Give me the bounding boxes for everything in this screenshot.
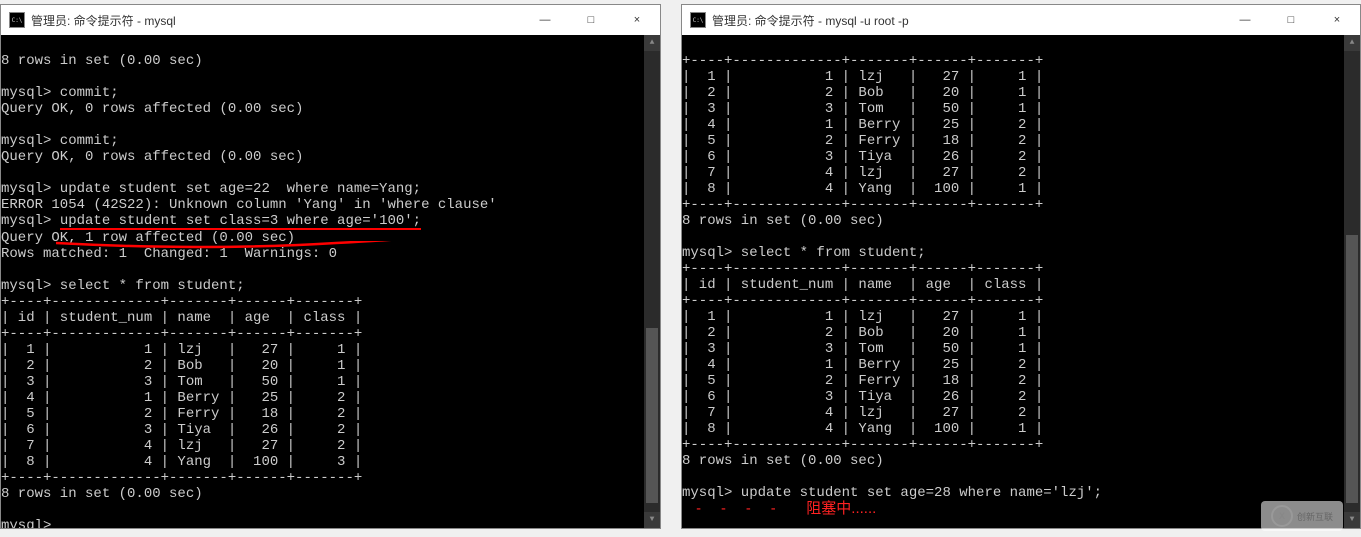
table-row: | 5 | 2 | Ferry | 18 | 2 | (682, 133, 1043, 149)
table-sep: +----+-------------+-------+------+-----… (682, 293, 1043, 309)
table-sep: +----+-------------+-------+------+-----… (682, 261, 1043, 277)
window-title-left: 管理员: 命令提示符 - mysql (31, 12, 522, 29)
cmd-window-left: 管理员: 命令提示符 - mysql — □ × 8 rows in set (… (0, 4, 661, 529)
cmd-icon (9, 12, 25, 28)
terminal-right[interactable]: +----+-------------+-------+------+-----… (682, 35, 1360, 528)
table-row: | 7 | 4 | lzj | 27 | 2 | (682, 165, 1043, 181)
table-sep: +----+-------------+-------+------+-----… (1, 470, 362, 486)
scroll-track[interactable] (644, 51, 660, 512)
table-row: | 5 | 2 | Ferry | 18 | 2 | (682, 373, 1043, 389)
output-line: mysql> select * from student; (1, 278, 245, 294)
window-controls-right: — □ × (1222, 5, 1360, 35)
scroll-track[interactable] (1344, 51, 1360, 512)
output-line: mysql> select * from student; (682, 245, 926, 261)
table-row: | 8 | 4 | Yang | 100 | 3 | (1, 454, 362, 470)
table-row: | 1 | 1 | lzj | 27 | 1 | (682, 69, 1043, 85)
table-row: | 7 | 4 | lzj | 27 | 2 | (682, 405, 1043, 421)
window-controls-left: — □ × (522, 5, 660, 35)
scroll-down-button[interactable]: ▼ (644, 512, 660, 528)
minimize-button[interactable]: — (1222, 5, 1268, 35)
watermark-text: 创新互联 (1297, 510, 1333, 523)
table-header: | id | student_num | name | age | class … (682, 277, 1043, 293)
table-row: | 4 | 1 | Berry | 25 | 2 | (1, 390, 362, 406)
output-line: ERROR 1054 (42S22): Unknown column 'Yang… (1, 197, 497, 213)
table-row: | 7 | 4 | lzj | 27 | 2 | (1, 438, 362, 454)
scrollbar-right[interactable]: ▲ ▼ (1344, 35, 1360, 528)
maximize-button[interactable]: □ (1268, 5, 1314, 35)
prompt: mysql> (1, 213, 60, 229)
watermark-logo-icon: X (1271, 505, 1293, 527)
scrollbar-left[interactable]: ▲ ▼ (644, 35, 660, 528)
close-button[interactable]: × (614, 5, 660, 35)
table-row: | 4 | 1 | Berry | 25 | 2 | (682, 117, 1043, 133)
scroll-down-button[interactable]: ▼ (1344, 512, 1360, 528)
table-row: | 3 | 3 | Tom | 50 | 1 | (1, 374, 362, 390)
output-line: mysql> commit; (1, 133, 119, 149)
table-row: | 6 | 3 | Tiya | 26 | 2 | (682, 389, 1043, 405)
scroll-thumb[interactable] (1346, 235, 1358, 502)
table-sep: +----+-------------+-------+------+-----… (682, 437, 1043, 453)
terminal-left[interactable]: 8 rows in set (0.00 sec) mysql> commit; … (1, 35, 660, 528)
window-title-right: 管理员: 命令提示符 - mysql -u root -p (712, 12, 1222, 29)
titlebar-left[interactable]: 管理员: 命令提示符 - mysql — □ × (1, 5, 660, 35)
output-line: 8 rows in set (0.00 sec) (1, 53, 203, 69)
cmd-icon (690, 12, 706, 28)
annotation-dashes: - - - - (682, 501, 806, 517)
table-row: | 3 | 3 | Tom | 50 | 1 | (682, 341, 1043, 357)
output-line: Query OK, 0 rows affected (0.00 sec) (1, 149, 303, 165)
output-line: mysql> update student set age=22 where n… (1, 181, 421, 197)
table-row: | 6 | 3 | Tiya | 26 | 2 | (1, 422, 362, 438)
close-button[interactable]: × (1314, 5, 1360, 35)
table-row: | 2 | 2 | Bob | 20 | 1 | (682, 325, 1043, 341)
maximize-button[interactable]: □ (568, 5, 614, 35)
table-row: | 2 | 2 | Bob | 20 | 1 | (1, 358, 362, 374)
table-sep: +----+-------------+-------+------+-----… (682, 53, 1043, 69)
table-sep: +----+-------------+-------+------+-----… (1, 294, 362, 310)
titlebar-right[interactable]: 管理员: 命令提示符 - mysql -u root -p — □ × (682, 5, 1360, 35)
table-row: | 1 | 1 | lzj | 27 | 1 | (682, 309, 1043, 325)
output-line: Rows matched: 1 Changed: 1 Warnings: 0 (1, 246, 337, 262)
table-sep: +----+-------------+-------+------+-----… (1, 326, 362, 342)
output-line: 8 rows in set (0.00 sec) (682, 213, 884, 229)
output-line: Query OK, 0 rows affected (0.00 sec) (1, 101, 303, 117)
scroll-up-button[interactable]: ▲ (1344, 35, 1360, 51)
output-line: 8 rows in set (0.00 sec) (1, 486, 203, 502)
table-row: | 8 | 4 | Yang | 100 | 1 | (682, 181, 1043, 197)
prompt: mysql> (1, 518, 60, 528)
highlighted-command: update student set class=3 where age='10… (60, 215, 421, 230)
output-line: mysql> update student set age=28 where n… (682, 485, 1102, 501)
table-row: | 2 | 2 | Bob | 20 | 1 | (682, 85, 1043, 101)
table-row: | 3 | 3 | Tom | 50 | 1 | (682, 101, 1043, 117)
table-row: | 5 | 2 | Ferry | 18 | 2 | (1, 406, 362, 422)
scroll-up-button[interactable]: ▲ (644, 35, 660, 51)
table-row: | 4 | 1 | Berry | 25 | 2 | (682, 357, 1043, 373)
output-line: mysql> commit; (1, 85, 119, 101)
cmd-window-right: 管理员: 命令提示符 - mysql -u root -p — □ × +---… (681, 4, 1361, 529)
minimize-button[interactable]: — (522, 5, 568, 35)
scroll-thumb[interactable] (646, 328, 658, 503)
table-row: | 1 | 1 | lzj | 27 | 1 | (1, 342, 362, 358)
output-line: Query OK, 1 row affected (0.00 sec) (1, 230, 295, 246)
output-line: 8 rows in set (0.00 sec) (682, 453, 884, 469)
table-row: | 8 | 4 | Yang | 100 | 1 | (682, 421, 1043, 437)
watermark-badge: X 创新互联 (1261, 501, 1343, 531)
annotation-blocking-label: 阻塞中...... (806, 500, 876, 517)
table-sep: +----+-------------+-------+------+-----… (682, 197, 1043, 213)
table-header: | id | student_num | name | age | class … (1, 310, 362, 326)
table-row: | 6 | 3 | Tiya | 26 | 2 | (682, 149, 1043, 165)
